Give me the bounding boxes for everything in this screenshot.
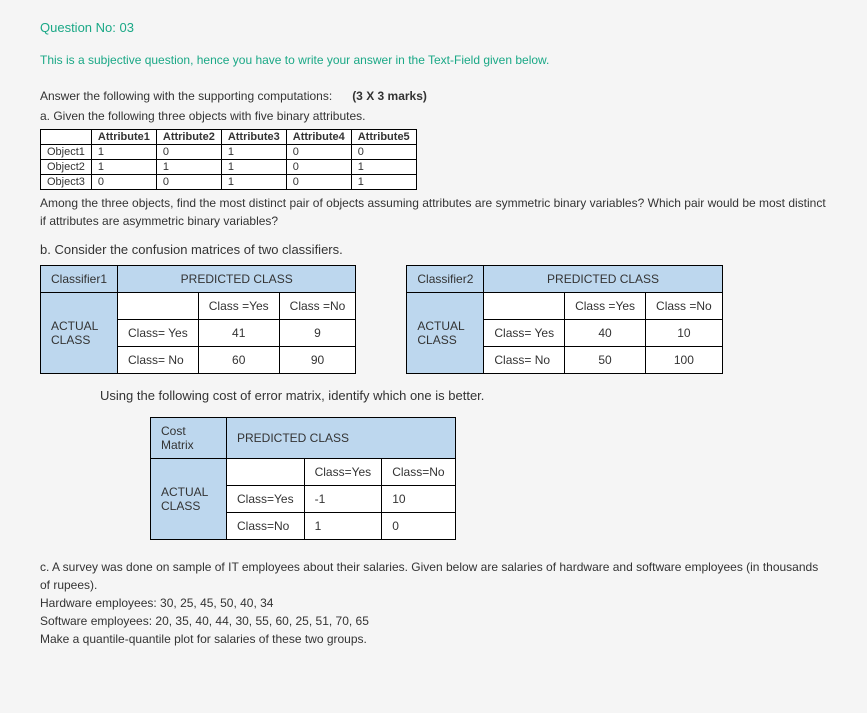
actual-header: ACTUAL CLASS bbox=[151, 459, 227, 540]
part-a-question1: Among the three objects, find the most d… bbox=[40, 196, 827, 210]
cell: 0 bbox=[91, 175, 156, 190]
confusion-matrices: Classifier1 PREDICTED CLASS ACTUAL CLASS… bbox=[40, 265, 827, 374]
cell: 1 bbox=[221, 175, 286, 190]
cell: 0 bbox=[286, 175, 351, 190]
empty-cell bbox=[227, 459, 305, 486]
cell: Object1 bbox=[41, 145, 92, 160]
classifier1-table: Classifier1 PREDICTED CLASS ACTUAL CLASS… bbox=[40, 265, 356, 374]
cell: 1 bbox=[221, 160, 286, 175]
cell: 1 bbox=[221, 145, 286, 160]
cell: Attribute2 bbox=[156, 130, 221, 145]
cell-yy: 40 bbox=[565, 320, 646, 347]
answer-intro: Answer the following with the supporting… bbox=[40, 89, 827, 103]
cell: Attribute1 bbox=[91, 130, 156, 145]
cell: Attribute4 bbox=[286, 130, 351, 145]
question-number: Question No: 03 bbox=[40, 20, 827, 35]
row-no: Class= No bbox=[484, 347, 565, 374]
table-row: Object3 0 0 1 0 1 bbox=[41, 175, 417, 190]
predicted-header: PREDICTED CLASS bbox=[484, 266, 722, 293]
cell-yn: 10 bbox=[382, 486, 455, 513]
cell: Attribute3 bbox=[221, 130, 286, 145]
cell: Attribute5 bbox=[351, 130, 416, 145]
row-yes: Class=Yes bbox=[227, 486, 305, 513]
row-no: Class= No bbox=[118, 347, 199, 374]
cell: 1 bbox=[351, 175, 416, 190]
cell bbox=[41, 130, 92, 145]
cell-yy: -1 bbox=[304, 486, 382, 513]
cell-yn: 9 bbox=[279, 320, 356, 347]
cell-ny: 50 bbox=[565, 347, 646, 374]
empty-cell bbox=[484, 293, 565, 320]
cell-yy: 41 bbox=[198, 320, 279, 347]
empty-cell bbox=[118, 293, 199, 320]
classifier-name: Classifier2 bbox=[407, 266, 484, 293]
answer-intro-text: Answer the following with the supporting… bbox=[40, 89, 332, 103]
cell-nn: 100 bbox=[646, 347, 723, 374]
col-yes: Class=Yes bbox=[304, 459, 382, 486]
classifier-name: Classifier1 bbox=[41, 266, 118, 293]
marks: (3 X 3 marks) bbox=[352, 89, 427, 103]
col-yes: Class =Yes bbox=[565, 293, 646, 320]
cell-ny: 60 bbox=[198, 347, 279, 374]
cell-yn: 10 bbox=[646, 320, 723, 347]
cell: Object2 bbox=[41, 160, 92, 175]
cell: 1 bbox=[91, 145, 156, 160]
attribute-table: Attribute1 Attribute2 Attribute3 Attribu… bbox=[40, 129, 417, 190]
part-b-title: b. Consider the confusion matrices of tw… bbox=[40, 242, 827, 257]
cell: 0 bbox=[351, 145, 416, 160]
predicted-header: PREDICTED CLASS bbox=[118, 266, 356, 293]
cell: 0 bbox=[286, 160, 351, 175]
col-no: Class =No bbox=[646, 293, 723, 320]
subjective-note: This is a subjective question, hence you… bbox=[40, 53, 827, 67]
cell: Object3 bbox=[41, 175, 92, 190]
cell: 0 bbox=[156, 145, 221, 160]
hardware-line: Hardware employees: 30, 25, 45, 50, 40, … bbox=[40, 594, 827, 612]
part-c-task: Make a quantile-quantile plot for salari… bbox=[40, 630, 827, 648]
table-row: Attribute1 Attribute2 Attribute3 Attribu… bbox=[41, 130, 417, 145]
using-text: Using the following cost of error matrix… bbox=[100, 388, 827, 403]
actual-header: ACTUAL CLASS bbox=[407, 293, 484, 374]
actual-header: ACTUAL CLASS bbox=[41, 293, 118, 374]
col-no: Class=No bbox=[382, 459, 455, 486]
cell: 1 bbox=[91, 160, 156, 175]
table-row: Object1 1 0 1 0 0 bbox=[41, 145, 417, 160]
part-c: c. A survey was done on sample of IT emp… bbox=[40, 558, 827, 648]
table-row: Object2 1 1 1 0 1 bbox=[41, 160, 417, 175]
cell-nn: 0 bbox=[382, 513, 455, 540]
classifier2-table: Classifier2 PREDICTED CLASS ACTUAL CLASS… bbox=[406, 265, 722, 374]
cell: 0 bbox=[156, 175, 221, 190]
cell: 0 bbox=[286, 145, 351, 160]
col-yes: Class =Yes bbox=[198, 293, 279, 320]
part-a-intro: a. Given the following three objects wit… bbox=[40, 109, 827, 123]
row-yes: Class= Yes bbox=[118, 320, 199, 347]
row-yes: Class= Yes bbox=[484, 320, 565, 347]
cell: 1 bbox=[351, 160, 416, 175]
cell-ny: 1 bbox=[304, 513, 382, 540]
row-no: Class=No bbox=[227, 513, 305, 540]
col-no: Class =No bbox=[279, 293, 356, 320]
software-line: Software employees: 20, 35, 40, 44, 30, … bbox=[40, 612, 827, 630]
cost-title: Cost Matrix bbox=[151, 418, 227, 459]
cell-nn: 90 bbox=[279, 347, 356, 374]
predicted-header: PREDICTED CLASS bbox=[227, 418, 456, 459]
cell: 1 bbox=[156, 160, 221, 175]
cost-matrix-table: Cost Matrix PREDICTED CLASS ACTUAL CLASS… bbox=[150, 417, 456, 540]
part-c-intro: c. A survey was done on sample of IT emp… bbox=[40, 558, 827, 594]
part-a-question2: if attributes are asymmetric binary vari… bbox=[40, 214, 827, 228]
